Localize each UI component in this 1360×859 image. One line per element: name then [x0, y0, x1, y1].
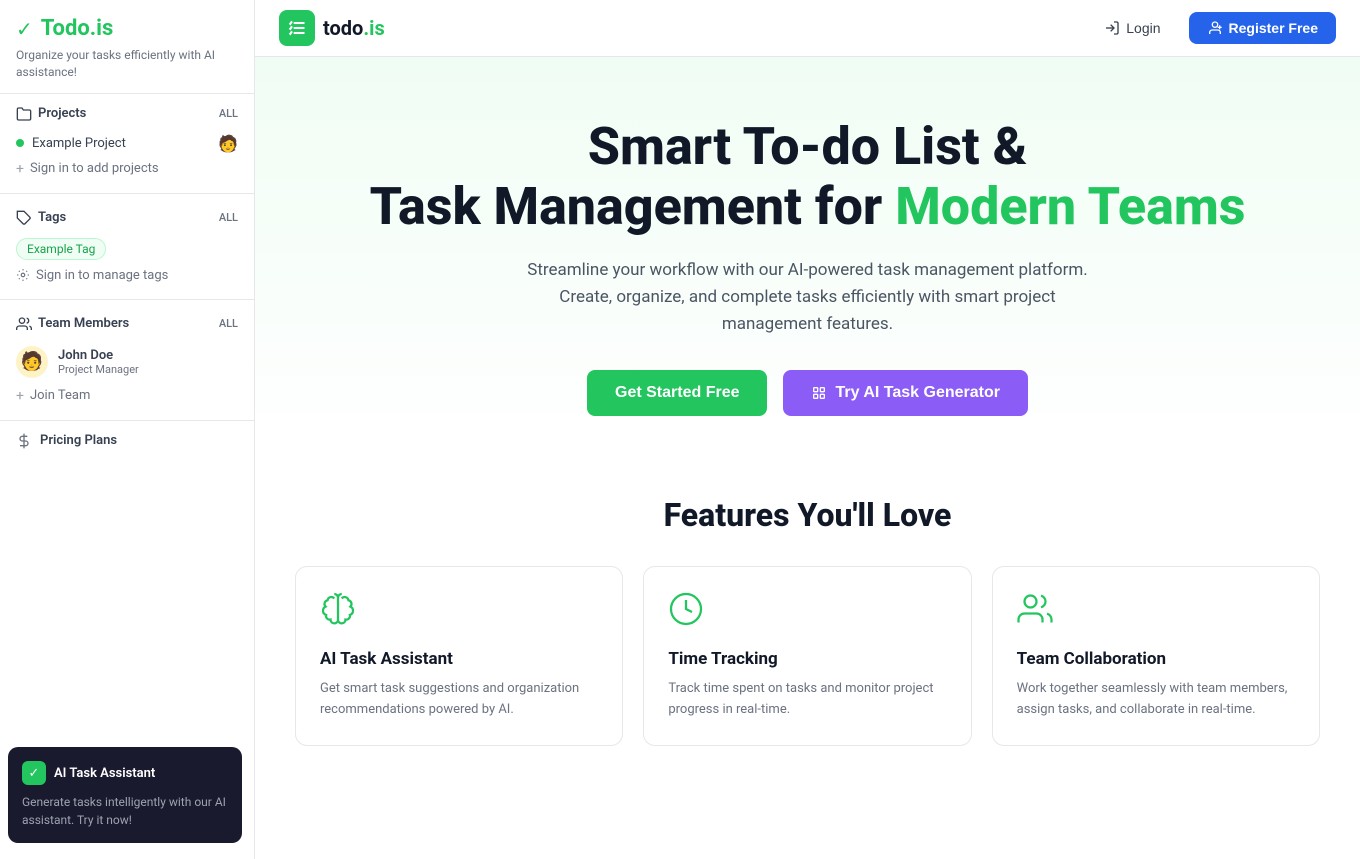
get-started-button[interactable]: Get Started Free	[587, 370, 767, 416]
feature-ai-title: AI Task Assistant	[320, 649, 598, 669]
sidebar-projects-header: Projects ALL	[16, 106, 238, 122]
feature-card-team: Team Collaboration Work together seamles…	[992, 566, 1320, 746]
hero-subtitle: Streamline your workflow with our AI-pow…	[518, 257, 1098, 339]
join-team-item[interactable]: + Join Team	[16, 384, 238, 408]
join-team-plus-icon: +	[16, 388, 24, 404]
features-grid: AI Task Assistant Get smart task suggest…	[295, 566, 1320, 746]
team-members-icon	[16, 316, 32, 332]
member-role-john: Project Manager	[58, 363, 139, 376]
divider-1	[0, 193, 254, 194]
feature-time-title: Time Tracking	[668, 649, 946, 669]
hero-section: Smart To-do List & Task Management for M…	[255, 57, 1360, 456]
project-emoji: 🧑	[218, 134, 238, 153]
project-name: Example Project	[32, 136, 126, 151]
feature-card-ai: AI Task Assistant Get smart task suggest…	[295, 566, 623, 746]
plus-icon: +	[16, 161, 24, 177]
sidebar-tags-title: Tags	[16, 210, 66, 226]
sidebar-projects-all[interactable]: ALL	[219, 107, 238, 120]
hero-title: Smart To-do List & Task Management for M…	[295, 117, 1320, 237]
brain-icon	[320, 591, 598, 635]
ai-toast-header: ✓ AI Task Assistant	[22, 761, 228, 785]
sidebar-tags-all[interactable]: ALL	[219, 211, 238, 224]
sidebar-projects-title: Projects	[16, 106, 86, 122]
register-button[interactable]: Register Free	[1189, 12, 1336, 44]
login-icon	[1104, 20, 1120, 36]
sidebar-logo: ✓ Todo.is	[16, 16, 238, 41]
ai-task-toast[interactable]: ✓ AI Task Assistant Generate tasks intel…	[8, 747, 242, 843]
sidebar-tagline: Organize your tasks efficiently with AI …	[16, 47, 238, 81]
feature-time-desc: Track time spent on tasks and monitor pr…	[668, 679, 946, 721]
sidebar-team-all[interactable]: ALL	[219, 317, 238, 330]
sidebar-team-header: Team Members ALL	[16, 316, 238, 332]
divider-3	[0, 420, 254, 421]
tag-icon	[16, 210, 32, 226]
topbar-logo-icon	[279, 10, 315, 46]
features-title: Features You'll Love	[295, 496, 1320, 534]
features-section: Features You'll Love AI Task Assistant G…	[255, 456, 1360, 786]
feature-card-time: Time Tracking Track time spent on tasks …	[643, 566, 971, 746]
topbar-logo: todo.is	[279, 10, 385, 46]
add-project-label: Sign in to add projects	[30, 161, 159, 176]
sidebar-team-title: Team Members	[16, 316, 129, 332]
ai-toast-title: AI Task Assistant	[54, 766, 155, 781]
register-icon	[1207, 20, 1223, 36]
topbar-actions: Login Register Free	[1088, 12, 1336, 44]
feature-ai-desc: Get smart task suggestions and organizat…	[320, 679, 598, 721]
todo-check-icon: ✓	[16, 17, 33, 41]
member-info-john: John Doe Project Manager	[58, 348, 139, 376]
member-avatar-john: 🧑	[16, 346, 48, 378]
pricing-label: Pricing Plans	[40, 433, 117, 448]
pricing-item[interactable]: Pricing Plans	[0, 425, 254, 457]
project-item-example[interactable]: Example Project 🧑	[16, 130, 238, 157]
manage-tags-item[interactable]: Sign in to manage tags	[16, 264, 238, 287]
pricing-dollar-icon	[16, 433, 32, 449]
manage-tags-icon	[16, 268, 30, 282]
sidebar-team-section: Team Members ALL 🧑 John Doe Project Mana…	[0, 304, 254, 416]
ai-task-button[interactable]: Try AI Task Generator	[783, 370, 1028, 416]
hero-buttons: Get Started Free Try AI Task Generator	[295, 370, 1320, 416]
hero-accent-text: Modern Teams	[895, 176, 1245, 237]
topbar: todo.is Login Register Free	[255, 0, 1360, 57]
feature-team-title: Team Collaboration	[1017, 649, 1295, 669]
member-item-john[interactable]: 🧑 John Doe Project Manager	[16, 340, 238, 384]
sparkle-icon	[811, 385, 827, 401]
clock-icon	[668, 591, 946, 635]
join-team-label: Join Team	[30, 388, 90, 403]
add-project-item[interactable]: + Sign in to add projects	[16, 157, 238, 181]
login-button[interactable]: Login	[1088, 12, 1176, 44]
sidebar-header: ✓ Todo.is Organize your tasks efficientl…	[0, 0, 254, 94]
topbar-logo-text: todo.is	[323, 16, 385, 40]
sidebar: ✓ Todo.is Organize your tasks efficientl…	[0, 0, 255, 859]
sidebar-projects-section: Projects ALL Example Project 🧑 + Sign in…	[0, 94, 254, 189]
sidebar-tags-section: Tags ALL Example Tag Sign in to manage t…	[0, 198, 254, 295]
sidebar-logo-text: Todo.is	[41, 16, 114, 41]
collaboration-icon	[1017, 591, 1295, 635]
sidebar-tags-header: Tags ALL	[16, 210, 238, 226]
ai-toast-description: Generate tasks intelligently with our AI…	[22, 793, 228, 829]
folder-icon	[16, 106, 32, 122]
member-name-john: John Doe	[58, 348, 139, 363]
main-content: todo.is Login Register Free	[255, 0, 1360, 859]
feature-team-desc: Work together seamlessly with team membe…	[1017, 679, 1295, 721]
ai-toast-check-icon: ✓	[22, 761, 46, 785]
divider-2	[0, 299, 254, 300]
tag-chip-example[interactable]: Example Tag	[16, 238, 106, 260]
project-status-dot	[16, 139, 24, 147]
manage-tags-label: Sign in to manage tags	[36, 268, 168, 283]
